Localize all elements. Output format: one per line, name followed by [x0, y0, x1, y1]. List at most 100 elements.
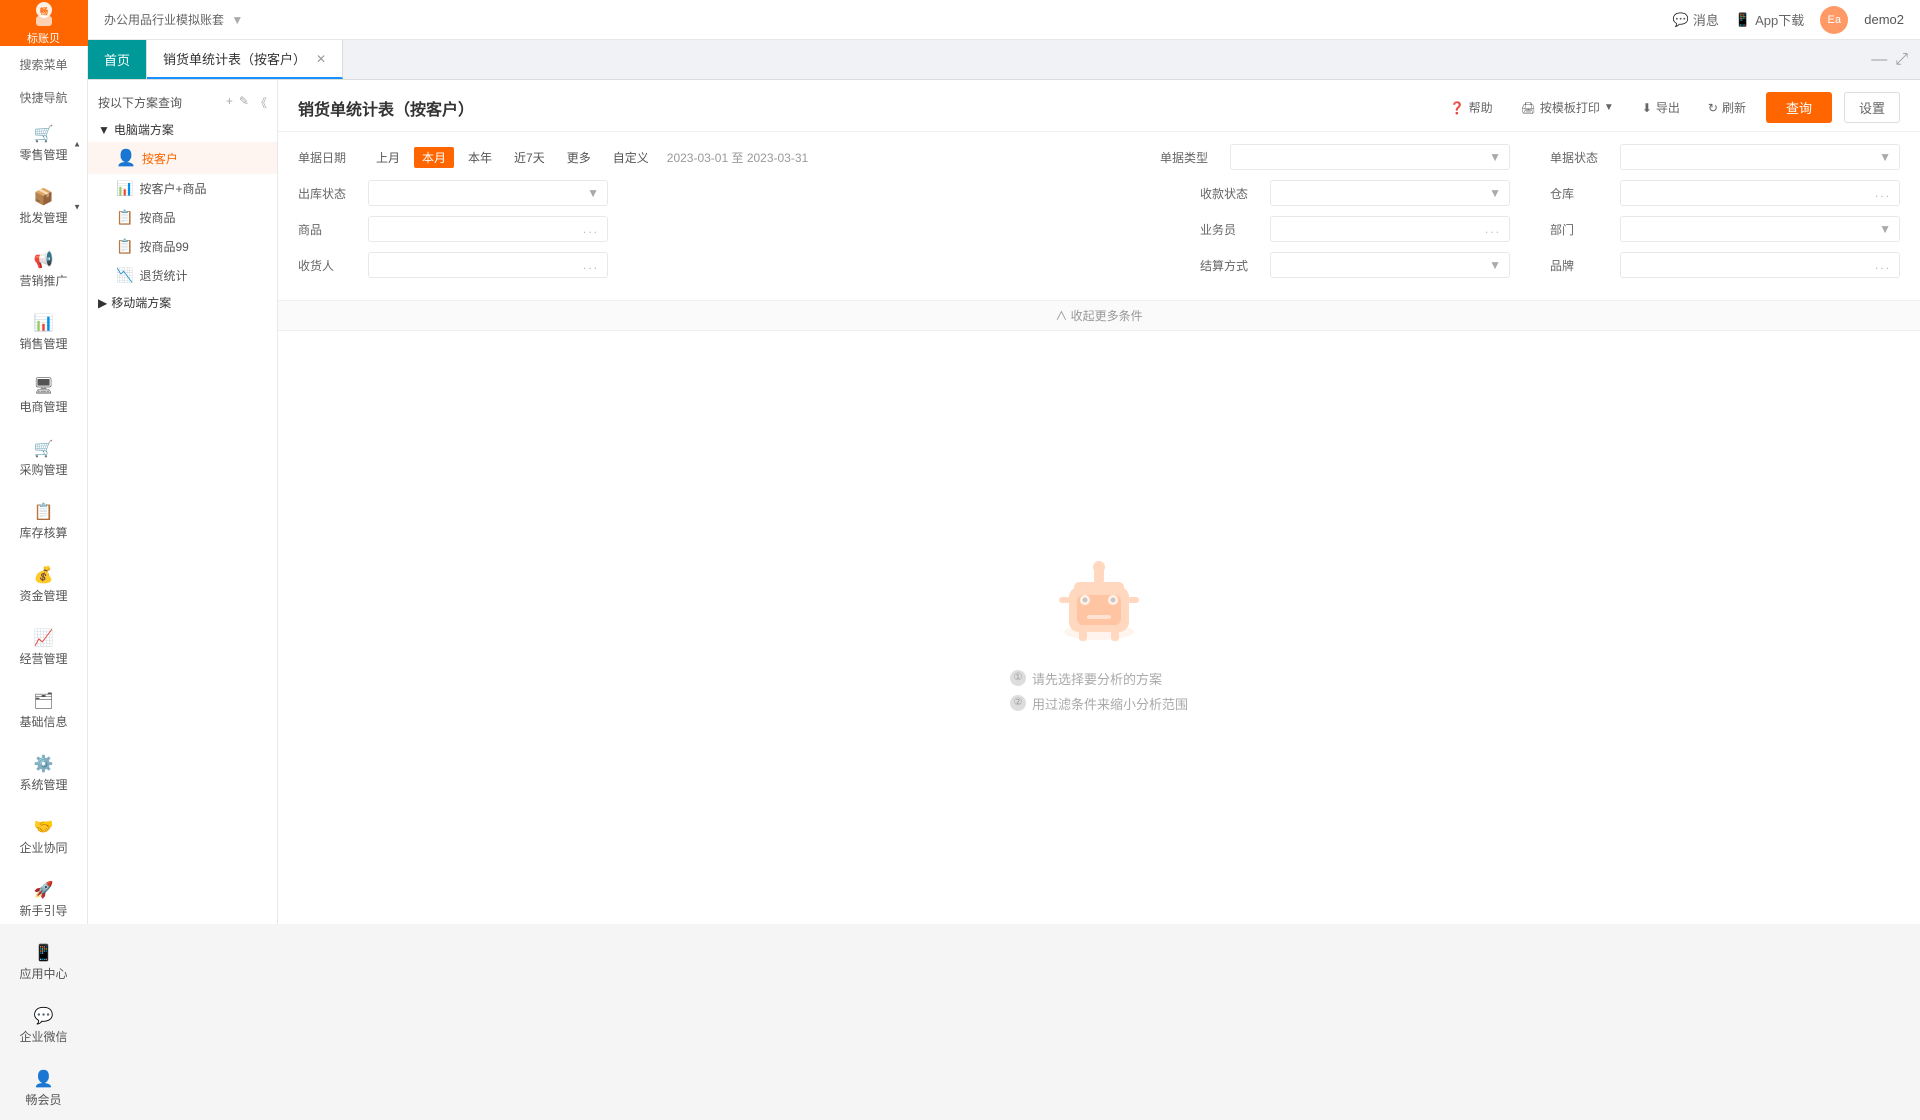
warehouse-select[interactable]: ... — [1620, 180, 1900, 206]
date-tab-custom[interactable]: 自定义 — [605, 147, 657, 168]
tip1-num: ① — [1010, 670, 1026, 686]
warehouse-label: 仓库 — [1550, 185, 1620, 202]
sidebar-item-ecommerce[interactable]: 🖥 电商管理 — [0, 364, 87, 427]
date-tab-more[interactable]: 更多 — [559, 147, 599, 168]
department-label: 部门 — [1550, 221, 1620, 238]
collapse-bar[interactable]: ∧ 收起更多条件 — [278, 301, 1920, 331]
tab-close-btn[interactable]: ✕ — [316, 52, 326, 66]
scheme-panel-header: 按以下方案查询 + ✎ 《 — [88, 88, 277, 117]
settlement-select[interactable]: ▼ — [1270, 252, 1510, 278]
page-title-bar: 销货单统计表（按客户） ❓ 帮助 🖨 按模板打印 ▼ ⬇ 导出 — [278, 80, 1920, 132]
query-button[interactable]: 查询 — [1766, 92, 1832, 123]
payment-status-label: 收款状态 — [1200, 185, 1270, 202]
sales-icon: 📊 — [34, 313, 54, 333]
edit-scheme-btn[interactable]: ✎ — [239, 94, 249, 111]
sidebar-item-operations[interactable]: 📈 经营管理 — [0, 616, 87, 679]
department-select[interactable]: ▼ — [1620, 216, 1900, 242]
refresh-icon: ↻ — [1708, 101, 1718, 115]
download-icon: 📱 — [1735, 12, 1751, 28]
tip2-num: ② — [1010, 695, 1026, 711]
collab-icon: 🤝 — [34, 817, 54, 837]
sidebar-item-retail[interactable]: 🛒 零售管理 — [0, 112, 87, 175]
doc-status-arrow: ▼ — [1879, 150, 1891, 164]
date-range: 2023-03-01 至 2023-03-31 — [667, 149, 808, 166]
filter-area: 单据日期 上月 本月 本年 近7天 更多 自定义 2023-03-01 至 20… — [278, 132, 1920, 301]
user-avatar[interactable]: Ea — [1820, 6, 1848, 34]
right-panel: 销货单统计表（按客户） ❓ 帮助 🖨 按模板打印 ▼ ⬇ 导出 — [278, 80, 1920, 924]
sidebar-item-finance[interactable]: 💰 资金管理 — [0, 553, 87, 616]
page-title: 销货单统计表（按客户） — [298, 96, 474, 120]
template-print-btn[interactable]: 🖨 按模板打印 ▼ — [1513, 95, 1622, 120]
sidebar-item-sales[interactable]: 📊 销售管理 — [0, 301, 87, 364]
settlement-arrow: ▼ — [1489, 258, 1501, 272]
export-btn[interactable]: ⬇ 导出 — [1634, 95, 1688, 120]
sidebar-item-inventory[interactable]: 📋 库存核算 — [0, 490, 87, 553]
consignee-select[interactable]: ... — [368, 252, 608, 278]
minimize-icon[interactable]: — — [1871, 51, 1887, 69]
goods-select[interactable]: ... — [368, 216, 608, 242]
sidebar-item-wholesale[interactable]: 📦 批发管理 — [0, 175, 87, 238]
app-download-btn[interactable]: 📱 App下载 — [1735, 10, 1804, 29]
payment-status-select[interactable]: ▼ — [1270, 180, 1510, 206]
date-tab-last-month[interactable]: 上月 — [368, 147, 408, 168]
scheme-item-goods99[interactable]: 📋 按商品99 — [88, 232, 277, 261]
scheme-item-by-goods[interactable]: 📋 按商品 — [88, 203, 277, 232]
brand-label: 品牌 — [1550, 257, 1620, 274]
svg-text:畅: 畅 — [40, 6, 48, 16]
settlement-label: 结算方式 — [1200, 257, 1270, 274]
sidebar-item-guide[interactable]: 🚀 新手引导 — [0, 868, 87, 931]
member-icon: 👤 — [34, 1069, 54, 1089]
tab-sales-stats[interactable]: 销货单统计表（按客户） ✕ — [147, 40, 343, 79]
refresh-btn[interactable]: ↻ 刷新 — [1700, 95, 1754, 120]
doc-type-label: 单据类型 — [1160, 149, 1230, 166]
logo-icon: 畅 — [28, 0, 60, 28]
brand-select[interactable]: ... — [1620, 252, 1900, 278]
sidebar-item-purchase[interactable]: 🛒 采购管理 — [0, 427, 87, 490]
settings-button[interactable]: 设置 — [1844, 92, 1900, 123]
empty-state: ① 请先选择要分析的方案 ② 用过滤条件来缩小分析范围 — [278, 331, 1920, 924]
doc-status-select[interactable]: ▼ — [1620, 144, 1900, 170]
sidebar-item-wechat[interactable]: 💬 企业微信 — [0, 994, 87, 1057]
sidebar-item-appstore[interactable]: 📱 应用中心 — [0, 931, 87, 994]
consignee-dots: ... — [583, 258, 599, 272]
scheme-item-return-stats[interactable]: 📉 退货统计 — [88, 261, 277, 290]
date-tab-7days[interactable]: 近7天 — [506, 147, 553, 168]
wechat-icon: 💬 — [34, 1006, 54, 1026]
message-btn[interactable]: 💬 消息 — [1673, 10, 1719, 29]
salesperson-select[interactable]: ... — [1270, 216, 1510, 242]
date-tab-this-month[interactable]: 本月 — [414, 147, 454, 168]
sidebar-item-marketing[interactable]: 📢 营销推广 — [0, 238, 87, 301]
help-btn[interactable]: ❓ 帮助 — [1442, 95, 1501, 120]
sidebar-item-system[interactable]: ⚙️ 系统管理 — [0, 742, 87, 805]
add-scheme-btn[interactable]: + — [226, 94, 233, 111]
top-header: 办公用品行业模拟账套 ▼ 💬 消息 📱 App下载 Ea demo2 — [88, 0, 1920, 40]
salesperson-label: 业务员 — [1200, 221, 1270, 238]
sidebar-item-basic[interactable]: 🗂 基础信息 — [0, 679, 87, 742]
out-status-select[interactable]: ▼ — [368, 180, 608, 206]
sidebar-item-collab[interactable]: 🤝 企业协同 — [0, 805, 87, 868]
by-goods-icon: 📋 — [116, 209, 133, 226]
tab-home[interactable]: 首页 — [88, 40, 147, 79]
help-icon: ❓ — [1450, 101, 1465, 115]
tab-bar: 首页 销货单统计表（按客户） ✕ — ⤢ — [88, 40, 1920, 80]
window-buttons: — ⤢ — [1859, 40, 1920, 79]
scheme-category-pc[interactable]: ▼ 电脑端方案 — [88, 117, 277, 142]
scheme-item-by-customer[interactable]: 👤 按客户 — [88, 142, 277, 174]
search-menu[interactable]: 搜索菜单 — [0, 46, 87, 83]
doc-type-select[interactable]: ▼ — [1230, 144, 1510, 170]
message-icon: 💬 — [1673, 12, 1689, 28]
scheme-panel-actions: + ✎ 《 — [226, 94, 267, 111]
date-tab-this-year[interactable]: 本年 — [460, 147, 500, 168]
scheme-category-mobile[interactable]: ▶ 移动端方案 — [88, 290, 277, 315]
filter-row-4: 收货人 ... 结算方式 ▼ 品牌 ... — [298, 252, 1900, 278]
date-label: 单据日期 — [298, 149, 368, 166]
scheme-item-customer-goods[interactable]: 📊 按客户+商品 — [88, 174, 277, 203]
maximize-icon[interactable]: ⤢ — [1895, 51, 1908, 69]
empty-illustration — [1039, 537, 1159, 657]
empty-tip-2: ② 用过滤条件来缩小分析范围 — [1010, 694, 1188, 713]
sidebar-item-member[interactable]: 👤 畅会员 — [0, 1057, 87, 1120]
retail-icon: 🛒 — [34, 124, 54, 144]
quick-nav[interactable]: 快捷导航 — [0, 83, 87, 112]
collapse-scheme-btn[interactable]: 《 — [255, 94, 267, 111]
warehouse-dots: ... — [1875, 186, 1891, 200]
